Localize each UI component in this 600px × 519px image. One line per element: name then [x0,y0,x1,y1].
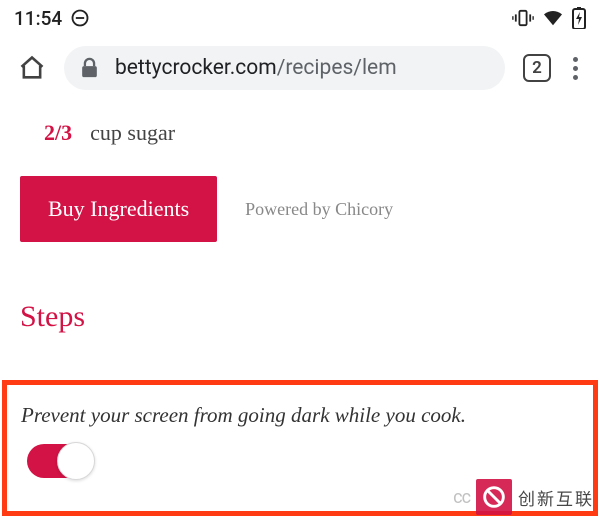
watermark-logo-icon [476,479,512,515]
home-button[interactable] [18,54,46,82]
ingredient-row: 2/3 cup sugar [20,116,580,176]
wifi-icon [542,9,564,27]
menu-button[interactable] [569,57,582,80]
vibrate-icon [512,9,534,27]
watermark-text: 创新互联 [518,485,594,510]
do-not-disturb-icon [70,8,90,28]
status-time: 11:54 [14,7,62,30]
page-content: 2/3 cup sugar Buy Ingredients Powered by… [0,112,600,334]
ingredient-name: cup sugar [90,120,175,146]
lock-icon [80,57,99,79]
ingredient-quantity: 2/3 [44,120,72,146]
buy-ingredients-button[interactable]: Buy Ingredients [20,176,217,242]
url-text: bettycrocker.com/recipes/lem [115,56,397,80]
status-bar: 11:54 [0,0,600,36]
powered-by-label: Powered by Chicory [245,199,393,220]
battery-charging-icon [572,7,586,29]
wechat-icon: cc [453,487,470,508]
tab-switcher-button[interactable]: 2 [523,54,551,82]
steps-heading: Steps [20,300,580,334]
buy-row: Buy Ingredients Powered by Chicory [20,176,580,242]
watermark: cc 创新互联 [453,479,594,515]
tab-count: 2 [532,58,542,78]
url-bar[interactable]: bettycrocker.com/recipes/lem [64,46,505,90]
prevent-dark-label: Prevent your screen from going dark whil… [21,403,579,428]
prevent-dark-toggle[interactable] [27,444,93,478]
toggle-knob [57,442,95,480]
browser-bar: bettycrocker.com/recipes/lem 2 [0,36,600,112]
